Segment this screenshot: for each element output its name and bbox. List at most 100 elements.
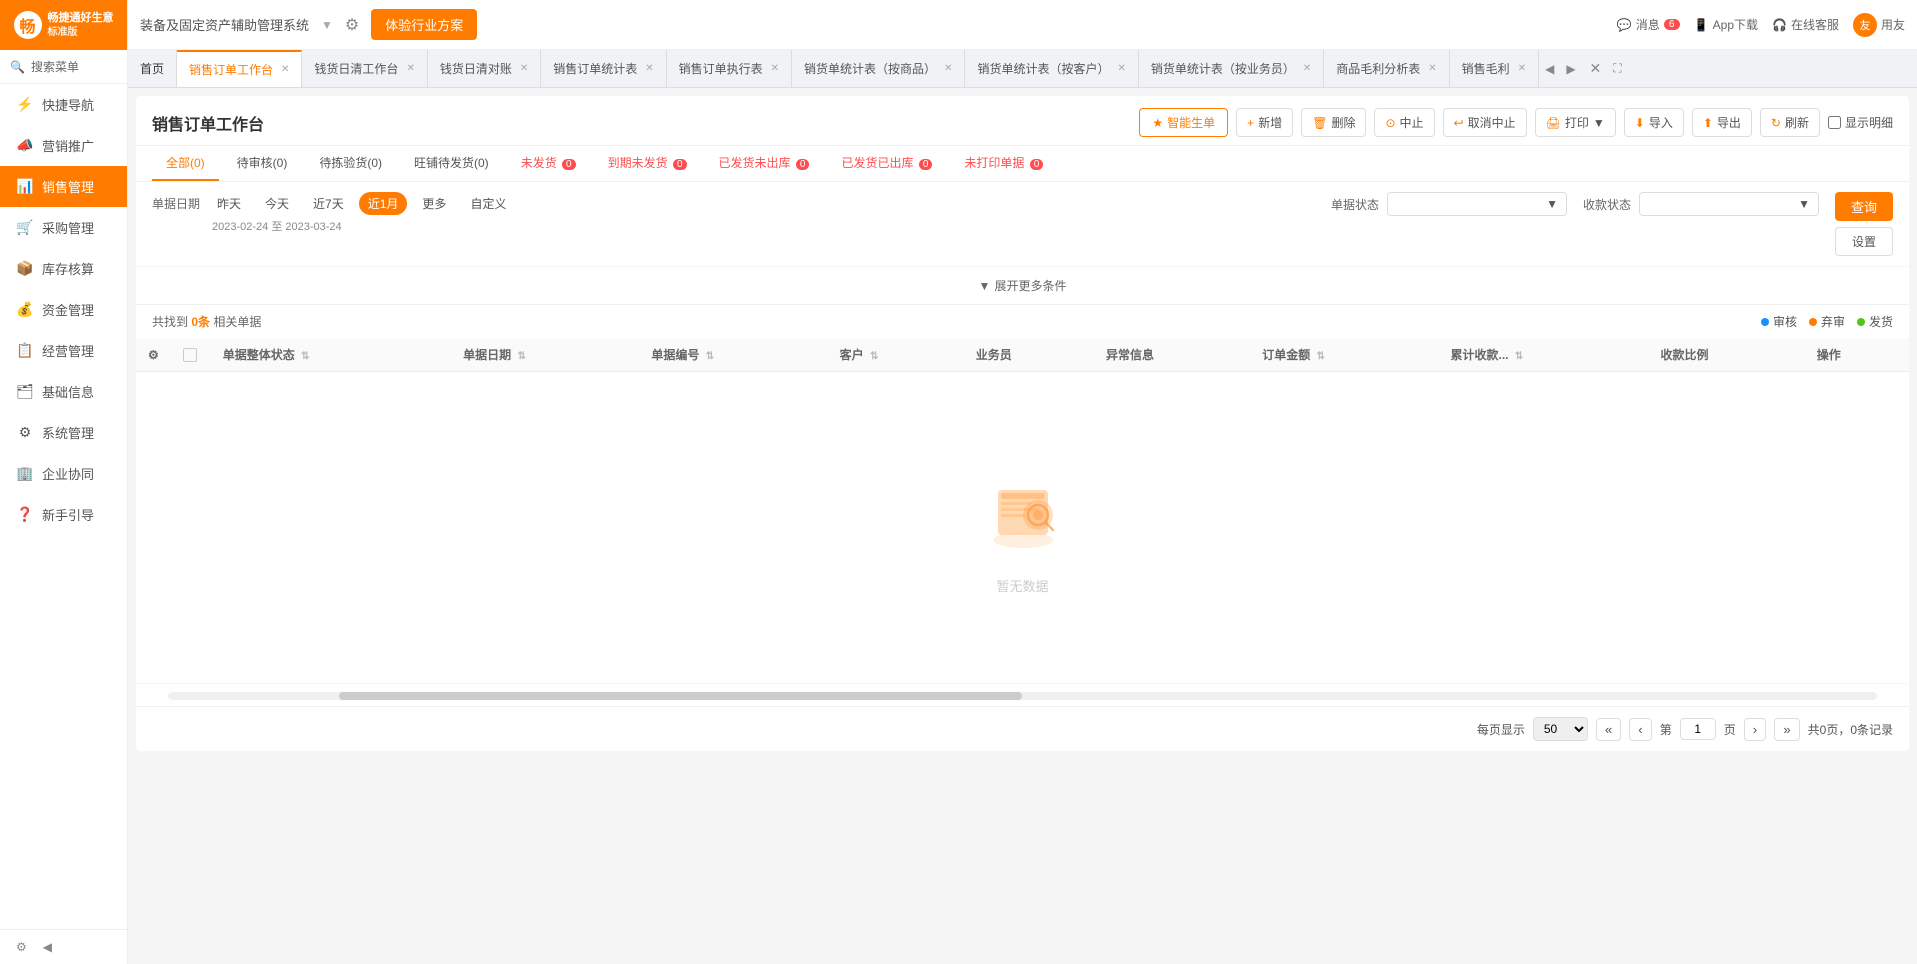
header-checkbox[interactable] bbox=[183, 348, 197, 362]
sidebar-item-sales[interactable]: 📊 销售管理 bbox=[0, 166, 127, 207]
th-received[interactable]: 累计收款... ⇅ bbox=[1439, 338, 1649, 372]
app-download-action[interactable]: 📱 App下载 bbox=[1694, 16, 1758, 33]
revoke-action[interactable]: 弃审 bbox=[1809, 313, 1845, 330]
sidebar-item-system[interactable]: ⚙ 系统管理 bbox=[0, 412, 127, 453]
sidebar-item-operations[interactable]: 📋 经营管理 bbox=[0, 330, 127, 371]
sidebar-item-inventory[interactable]: 📦 库存核算 bbox=[0, 248, 127, 289]
th-checkbox[interactable] bbox=[171, 338, 211, 372]
horizontal-scrollbar[interactable] bbox=[168, 692, 1877, 700]
sub-tab-pending-review[interactable]: 待审核(0) bbox=[223, 146, 302, 181]
tab-sales-profit[interactable]: 销售毛利 ✕ bbox=[1450, 50, 1539, 88]
sub-tab-all[interactable]: 全部(0) bbox=[152, 146, 219, 181]
expand-more-button[interactable]: ▼ 展开更多条件 bbox=[971, 273, 1075, 298]
tab-sales-workbench[interactable]: 销售订单工作台 ✕ bbox=[177, 50, 302, 88]
date-btn-yesterday[interactable]: 昨天 bbox=[208, 192, 250, 215]
last-page-button[interactable]: » bbox=[1774, 718, 1799, 741]
sidebar-item-marketing[interactable]: 📣 营销推广 bbox=[0, 125, 127, 166]
date-btn-today[interactable]: 今天 bbox=[256, 192, 298, 215]
online-service-action[interactable]: 🎧 在线客服 bbox=[1772, 16, 1839, 33]
ship-action[interactable]: 发货 bbox=[1857, 313, 1893, 330]
delete-button[interactable]: 🗑 删除 bbox=[1301, 108, 1366, 137]
tab-close-all-button[interactable]: ✕ bbox=[1582, 60, 1610, 77]
cancel-suspend-button[interactable]: ↩ 取消中止 bbox=[1443, 108, 1527, 137]
date-btn-more[interactable]: 更多 bbox=[413, 192, 455, 215]
sub-tab-shipped-not-out[interactable]: 已发货未出库 0 bbox=[705, 146, 824, 181]
th-abnormal[interactable]: 异常信息 bbox=[1094, 338, 1250, 372]
print-button[interactable]: 🖨 打印 ▼ bbox=[1535, 108, 1616, 137]
export-button[interactable]: ⬆ 导出 bbox=[1692, 108, 1752, 137]
tab-sales-by-staff[interactable]: 销货单统计表（按业务员） ✕ bbox=[1139, 50, 1324, 88]
scrollbar-thumb[interactable] bbox=[339, 692, 1023, 700]
show-detail-checkbox-label[interactable]: 显示明细 bbox=[1828, 114, 1893, 131]
sub-tab-shipped-out[interactable]: 已发货已出库 0 bbox=[827, 146, 946, 181]
industry-solution-button[interactable]: 体验行业方案 bbox=[371, 9, 477, 40]
tab-maximize-icon[interactable]: ⛶ bbox=[1609, 61, 1625, 76]
refresh-button[interactable]: ↻ 刷新 bbox=[1760, 108, 1820, 137]
query-button[interactable]: 查询 bbox=[1835, 192, 1893, 221]
header-gear-icon[interactable]: ⚙ bbox=[345, 15, 359, 35]
tab-sales-exec[interactable]: 销售订单执行表 ✕ bbox=[667, 50, 792, 88]
page-size-select[interactable]: 50 100 200 bbox=[1533, 717, 1588, 741]
tab-close-icon[interactable]: ✕ bbox=[520, 63, 528, 74]
th-settings[interactable]: ⚙ bbox=[136, 338, 171, 372]
date-btn-1month[interactable]: 近1月 bbox=[359, 192, 408, 215]
first-page-button[interactable]: « bbox=[1596, 718, 1621, 741]
tab-close-icon[interactable]: ✕ bbox=[1117, 63, 1125, 74]
tab-sales-by-customer[interactable]: 销货单统计表（按客户） ✕ bbox=[965, 50, 1138, 88]
tab-sales-stats[interactable]: 销售订单统计表 ✕ bbox=[541, 50, 666, 88]
tab-scroll-right-icon[interactable]: ▶ bbox=[1560, 62, 1581, 76]
sidebar-item-guide[interactable]: ❓ 新手引导 bbox=[0, 494, 127, 535]
smart-order-button[interactable]: ★ 智能生单 bbox=[1139, 108, 1228, 137]
sub-tab-expired-not-shipped[interactable]: 到期未发货 0 bbox=[594, 146, 701, 181]
header-dropdown-icon[interactable]: ▼ bbox=[321, 18, 333, 32]
next-page-button[interactable]: › bbox=[1744, 718, 1766, 741]
sidebar-search[interactable]: 🔍 搜索菜单 bbox=[0, 50, 127, 84]
tab-close-icon[interactable]: ✕ bbox=[1428, 63, 1436, 74]
tab-close-icon[interactable]: ✕ bbox=[1518, 63, 1526, 74]
user-action[interactable]: 友 用友 bbox=[1853, 13, 1905, 37]
tab-sales-by-product[interactable]: 销货单统计表（按商品） ✕ bbox=[792, 50, 965, 88]
date-btn-7days[interactable]: 近7天 bbox=[304, 192, 353, 215]
add-button[interactable]: + 新增 bbox=[1236, 108, 1293, 137]
prev-page-button[interactable]: ‹ bbox=[1629, 718, 1651, 741]
th-date[interactable]: 单据日期 ⇅ bbox=[451, 338, 639, 372]
sidebar-item-basic-info[interactable]: 🗂 基础信息 bbox=[0, 371, 127, 412]
audit-action[interactable]: 审核 bbox=[1761, 313, 1797, 330]
sidebar-item-shortcut[interactable]: ⚡ 快捷导航 bbox=[0, 84, 127, 125]
th-status[interactable]: 单据整体状态 ⇅ bbox=[211, 338, 451, 372]
date-btn-custom[interactable]: 自定义 bbox=[461, 192, 515, 215]
page-number-input[interactable] bbox=[1680, 718, 1716, 740]
sidebar-settings-icon[interactable]: ⚙ bbox=[16, 940, 27, 954]
sidebar-collapse-icon[interactable]: ◀ bbox=[43, 940, 52, 954]
th-number[interactable]: 单据编号 ⇅ bbox=[639, 338, 827, 372]
tab-home[interactable]: 首页 bbox=[128, 50, 177, 88]
sub-tab-not-shipped[interactable]: 未发货 0 bbox=[507, 146, 590, 181]
show-detail-checkbox[interactable] bbox=[1828, 116, 1841, 129]
tab-cash-daily[interactable]: 钱货日清工作台 ✕ bbox=[302, 50, 427, 88]
tab-margin-analysis[interactable]: 商品毛利分析表 ✕ bbox=[1324, 50, 1449, 88]
status-select[interactable]: ▼ bbox=[1387, 192, 1567, 216]
tab-close-icon[interactable]: ✕ bbox=[944, 63, 952, 74]
suspend-button[interactable]: ⊙ 中止 bbox=[1374, 108, 1434, 137]
messages-action[interactable]: 💬 消息 6 bbox=[1617, 16, 1680, 33]
tab-close-icon[interactable]: ✕ bbox=[1303, 63, 1311, 74]
tab-close-icon[interactable]: ✕ bbox=[645, 63, 653, 74]
tab-close-icon[interactable]: ✕ bbox=[771, 63, 779, 74]
sub-tab-wangpu[interactable]: 旺铺待发货(0) bbox=[400, 146, 503, 181]
th-amount[interactable]: 订单金额 ⇅ bbox=[1250, 338, 1438, 372]
th-ratio[interactable]: 收款比例 bbox=[1648, 338, 1804, 372]
tab-scroll-left-icon[interactable]: ◀ bbox=[1539, 62, 1560, 76]
set-button[interactable]: 设置 bbox=[1835, 227, 1893, 256]
th-staff[interactable]: 业务员 bbox=[964, 338, 1094, 372]
sidebar-item-finance[interactable]: 💰 资金管理 bbox=[0, 289, 127, 330]
sub-tab-not-printed[interactable]: 未打印单据 0 bbox=[950, 146, 1057, 181]
th-customer[interactable]: 客户 ⇅ bbox=[828, 338, 964, 372]
tab-cash-reconcile[interactable]: 钱货日清对账 ✕ bbox=[428, 50, 541, 88]
sidebar-item-enterprise[interactable]: 🏢 企业协同 bbox=[0, 453, 127, 494]
sub-tab-pending-inspection[interactable]: 待拣验货(0) bbox=[305, 146, 396, 181]
tab-close-icon[interactable]: ✕ bbox=[281, 64, 289, 75]
sidebar-item-purchase[interactable]: 🛒 采购管理 bbox=[0, 207, 127, 248]
tab-close-icon[interactable]: ✕ bbox=[406, 63, 414, 74]
import-button[interactable]: ⬇ 导入 bbox=[1624, 108, 1684, 137]
payment-select[interactable]: ▼ bbox=[1639, 192, 1819, 216]
